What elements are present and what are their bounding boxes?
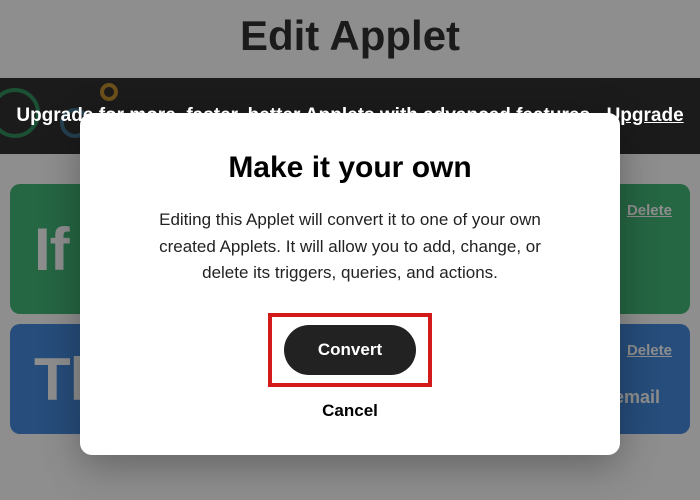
convert-highlight: Convert xyxy=(268,313,432,387)
modal-overlay: Make it your own Editing this Applet wil… xyxy=(0,0,700,500)
cancel-button[interactable]: Cancel xyxy=(322,401,378,421)
modal-title: Make it your own xyxy=(126,151,574,185)
modal-body: Editing this Applet will convert it to o… xyxy=(150,207,550,286)
convert-button[interactable]: Convert xyxy=(284,325,416,375)
upgrade-link[interactable]: Upgrade xyxy=(607,105,684,126)
convert-modal: Make it your own Editing this Applet wil… xyxy=(80,113,620,454)
banner-text: Upgrade for more, faster, better Applets… xyxy=(16,105,595,126)
